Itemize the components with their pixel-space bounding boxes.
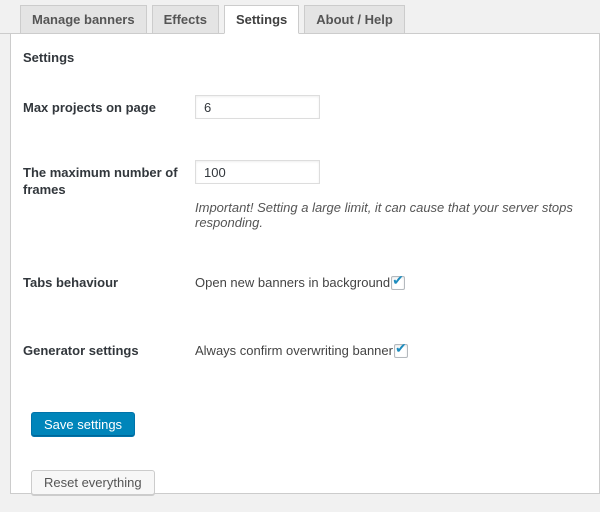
confirm-overwrite-checkbox[interactable]: ✔ (393, 340, 408, 358)
form-row-max-frames: The maximum number of frames Important! … (23, 160, 587, 230)
checkbox-row: Always confirm overwriting banner ✔ (195, 338, 587, 359)
settings-panel: Settings Max projects on page The maximu… (10, 34, 600, 495)
field-label: Max projects on page (23, 100, 156, 115)
panel-heading: Settings (23, 50, 75, 65)
checkbox-label: Always confirm overwriting banner (195, 343, 393, 358)
field-cell: Open new banners in background ✔ (195, 270, 587, 291)
form-row-tabs-behaviour: Tabs behaviour Open new banners in backg… (23, 270, 587, 291)
form-row-generator-settings: Generator settings Always confirm overwr… (23, 338, 587, 359)
max-frames-input[interactable] (195, 160, 320, 184)
tab-manage-banners[interactable]: Manage banners (20, 5, 147, 34)
frames-warning-note: Important! Setting a large limit, it can… (195, 200, 573, 230)
checkbox-row: Open new banners in background ✔ (195, 270, 587, 291)
check-icon: ✔ (392, 272, 404, 288)
tab-about-help[interactable]: About / Help (304, 5, 405, 34)
field-cell: Important! Setting a large limit, it can… (195, 160, 587, 230)
reset-button-row: Reset everything (23, 437, 587, 495)
checkbox-label: Open new banners in background (195, 275, 391, 290)
field-cell: Always confirm overwriting banner ✔ (195, 338, 587, 359)
field-cell (195, 95, 587, 119)
tab-bar: Manage banners Effects Settings About / … (0, 0, 600, 34)
tab-effects[interactable]: Effects (151, 5, 219, 34)
check-icon: ✔ (394, 340, 407, 356)
field-label: The maximum number of frames (23, 165, 178, 197)
field-label: Generator settings (23, 343, 139, 358)
open-in-background-checkbox[interactable]: ✔ (391, 272, 406, 290)
tab-settings[interactable]: Settings (223, 5, 300, 34)
form-row-max-projects: Max projects on page (23, 95, 587, 119)
save-button-row: Save settings (23, 359, 587, 437)
max-projects-input[interactable] (195, 95, 320, 119)
save-settings-button[interactable]: Save settings (31, 412, 136, 437)
field-label: Tabs behaviour (23, 275, 119, 290)
reset-everything-button[interactable]: Reset everything (31, 470, 155, 495)
